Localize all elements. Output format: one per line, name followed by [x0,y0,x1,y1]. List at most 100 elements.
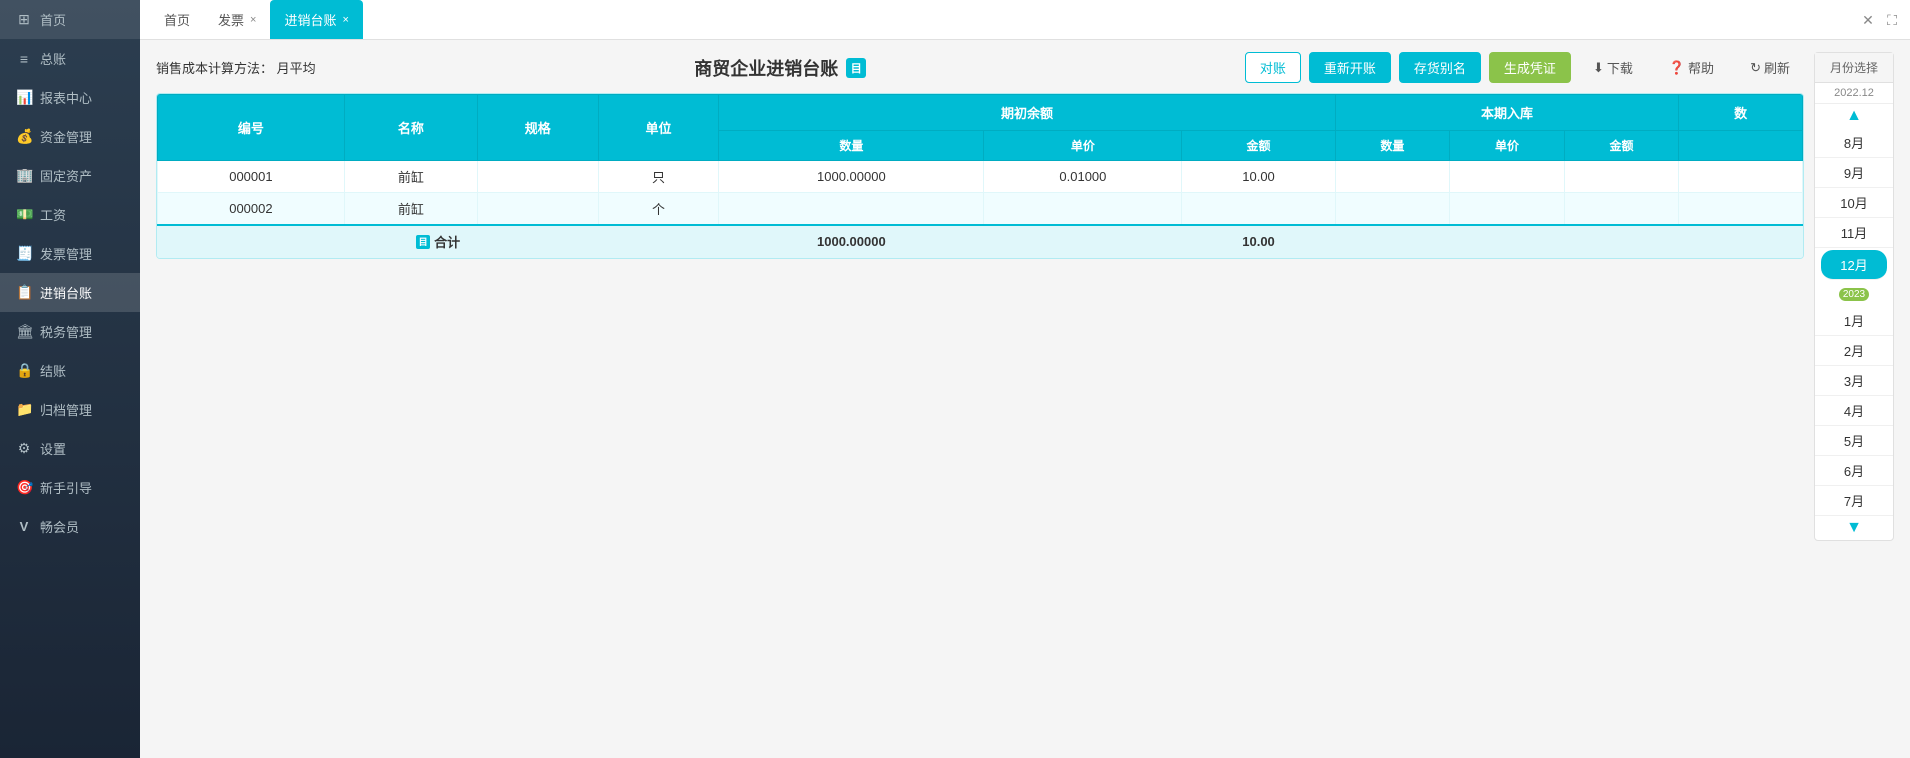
cost-method: 销售成本计算方法： 月平均 [156,58,316,77]
month-item-1[interactable]: 1月 [1815,306,1893,336]
download-button[interactable]: ⬇ 下载 [1579,53,1647,82]
table-row: 000002 前缸 个 [158,193,1803,226]
sidebar-item-tax[interactable]: 🏛 税务管理 [0,312,140,351]
refresh-button[interactable]: ↻ 刷新 [1736,53,1804,82]
sub-header-ruku-amount: 金额 [1564,131,1679,161]
sidebar-item-member[interactable]: V 畅会员 [0,507,140,546]
sidebar-item-closing[interactable]: 🔒 结账 [0,351,140,390]
sidebar-item-assets[interactable]: 🏢 固定资产 [0,156,140,195]
window-controls: ✕ ⛶ [1850,0,1910,40]
sidebar-item-report[interactable]: 📊 报表中心 [0,78,140,117]
maximize-window-button[interactable]: ⛶ [1882,10,1902,30]
member-icon: V [16,519,32,534]
payroll-icon: 💵 [16,206,32,223]
inventory-table-wrapper: 编号 名称 规格 单位 期初余额 本期入库 数 数量 单价 金额 数 [156,93,1804,259]
total-row: 目 合计 1000.00000 10.00 [158,225,1803,258]
month-item-3[interactable]: 3月 [1815,366,1893,396]
month-nav-up[interactable]: ▲ [1815,104,1893,128]
col-header-name: 名称 [344,95,477,161]
reconcile-button[interactable]: 对账 [1245,52,1301,83]
month-panel-title: 月份选择 [1815,53,1893,83]
sidebar-item-inventory[interactable]: 📋 进销台账 [0,273,140,312]
sidebar-item-settings[interactable]: ⚙ 设置 [0,429,140,468]
col-header-qichu: 期初余额 [719,95,1335,131]
page-title-icon: 目 [846,58,866,78]
total-ruku-amount [1564,225,1679,258]
row1-ruku-amount [1564,161,1679,193]
save-alias-button[interactable]: 存货别名 [1399,52,1481,83]
ledger-icon: ≡ [16,51,32,67]
col-header-id: 编号 [158,95,345,161]
row2-id: 000002 [158,193,345,226]
month-item-11[interactable]: 11月 [1815,218,1893,248]
tab-invoice[interactable]: 发票 × [204,0,270,39]
page-title-area: 商贸企业进销台账 目 [694,55,866,81]
row2-ruku-qty [1335,193,1450,226]
month-nav-down[interactable]: ▼ [1815,516,1893,540]
row2-qichu-qty [719,193,984,226]
closing-icon: 🔒 [16,362,32,379]
row2-extra [1679,193,1803,226]
month-item-10[interactable]: 10月 [1815,188,1893,218]
row2-ruku-price [1450,193,1565,226]
generate-voucher-button[interactable]: 生成凭证 [1489,52,1571,83]
funds-icon: 💰 [16,128,32,145]
row1-unit: 只 [598,161,719,193]
sidebar-item-invoice-mgmt[interactable]: 🧾 发票管理 [0,234,140,273]
month-panel: 月份选择 2022.12 ▲ 8月 9月 10月 11月 12月 2023 1月… [1814,52,1894,541]
row1-extra [1679,161,1803,193]
row2-ruku-amount [1564,193,1679,226]
sidebar-item-funds[interactable]: 💰 资金管理 [0,117,140,156]
col-header-unit: 单位 [598,95,719,161]
report-icon: 📊 [16,89,32,106]
help-button[interactable]: ❓ 帮助 [1655,53,1728,82]
sidebar-item-payroll[interactable]: 💵 工资 [0,195,140,234]
header-row: 销售成本计算方法： 月平均 商贸企业进销台账 目 对账 重新开账 存货别名 生成… [156,52,1804,83]
month-item-7[interactable]: 7月 [1815,486,1893,516]
settings-icon: ⚙ [16,440,32,457]
tax-icon: 🏛 [16,323,32,340]
row1-name: 前缸 [344,161,477,193]
sidebar-item-ledger[interactable]: ≡ 总账 [0,39,140,78]
total-ruku-qty [1335,225,1450,258]
total-label-text: 合计 [434,232,460,251]
tab-inventory[interactable]: 进销台账 × [270,0,362,39]
close-invoice-tab[interactable]: × [250,14,256,26]
assets-icon: 🏢 [16,167,32,184]
invoice-mgmt-icon: 🧾 [16,245,32,262]
main-panel: 销售成本计算方法： 月平均 商贸企业进销台账 目 对账 重新开账 存货别名 生成… [156,52,1804,746]
guide-icon: 🎯 [16,479,32,496]
sub-header-ruku-price: 单价 [1450,131,1565,161]
help-icon: ❓ [1669,60,1685,76]
sub-header-ruku-qty: 数量 [1335,131,1450,161]
col-header-extra: 数 [1679,95,1803,131]
month-item-8[interactable]: 8月 [1815,128,1893,158]
reopen-button[interactable]: 重新开账 [1309,52,1391,83]
total-qichu-amount: 10.00 [1182,225,1335,258]
close-inventory-tab[interactable]: × [342,14,348,26]
month-item-2[interactable]: 2月 [1815,336,1893,366]
main-area: 首页 发票 × 进销台账 × ✕ ⛶ 销售成本计算方法： 月平均 商贸企业进 [140,0,1910,758]
download-icon: ⬇ [1593,60,1604,76]
month-item-12[interactable]: 12月 [1821,250,1887,280]
row1-id: 000001 [158,161,345,193]
archive-icon: 📁 [16,401,32,418]
row2-unit: 个 [598,193,719,226]
row1-qichu-price: 0.01000 [984,161,1182,193]
month-item-4[interactable]: 4月 [1815,396,1893,426]
row1-qichu-qty: 1000.00000 [719,161,984,193]
tab-bar: 首页 发票 × 进销台账 × ✕ ⛶ [140,0,1910,40]
total-qichu-price [984,225,1182,258]
month-item-9[interactable]: 9月 [1815,158,1893,188]
sidebar-item-guide[interactable]: 🎯 新手引导 [0,468,140,507]
sidebar-item-archive[interactable]: 📁 归档管理 [0,390,140,429]
sidebar-item-home[interactable]: ⊞ 首页 [0,0,140,39]
month-item-5[interactable]: 5月 [1815,426,1893,456]
col-header-ruku: 本期入库 [1335,95,1679,131]
content-area: 销售成本计算方法： 月平均 商贸企业进销台账 目 对账 重新开账 存货别名 生成… [140,40,1910,758]
row1-qichu-amount: 10.00 [1182,161,1335,193]
tab-home[interactable]: 首页 [150,0,204,39]
month-item-6[interactable]: 6月 [1815,456,1893,486]
close-window-button[interactable]: ✕ [1858,10,1878,30]
sidebar: ⊞ 首页 ≡ 总账 📊 报表中心 💰 资金管理 🏢 固定资产 💵 工资 🧾 发票… [0,0,140,758]
